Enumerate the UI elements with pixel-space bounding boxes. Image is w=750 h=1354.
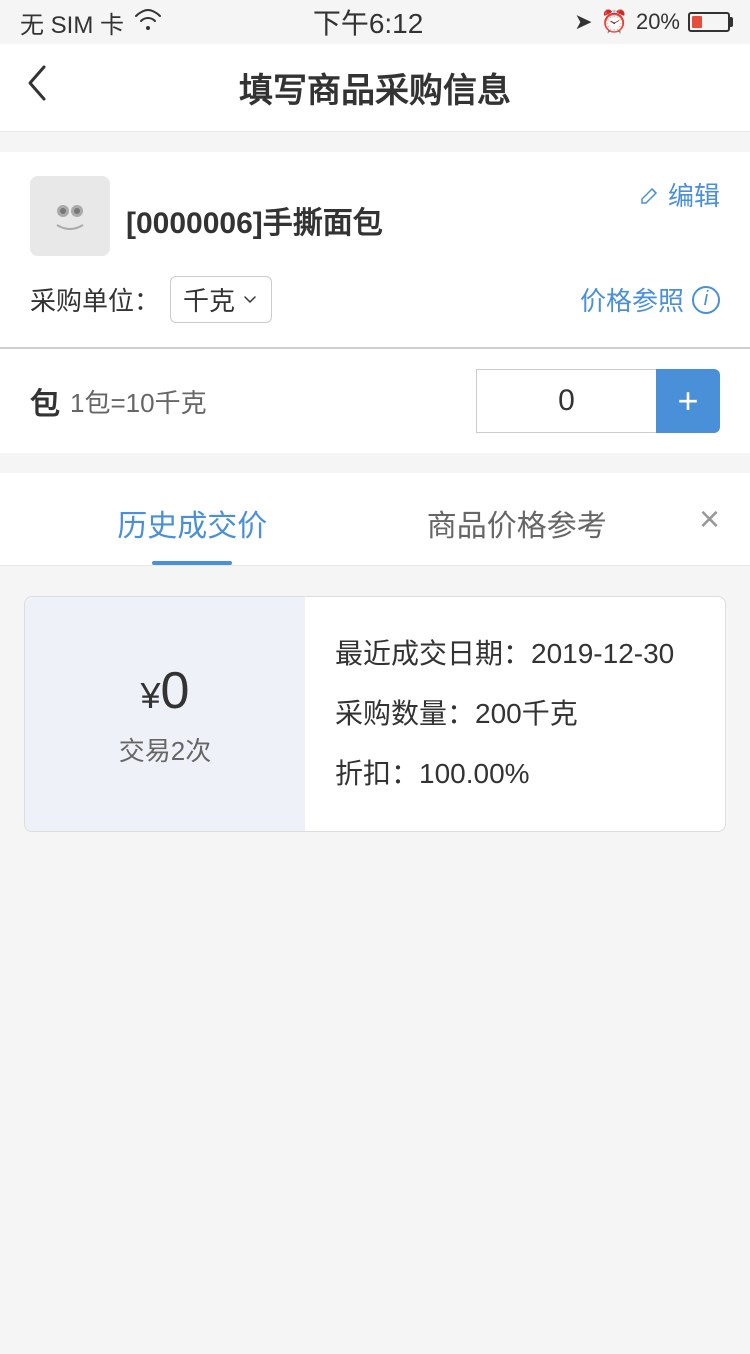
battery-indicator [688, 12, 730, 32]
back-button[interactable] [24, 63, 48, 112]
edit-label: 编辑 [668, 176, 720, 213]
purchase-qty-label: 采购数量： [335, 698, 475, 729]
main-content: [0000006]手撕面包 编辑 采购单位： 千克 [0, 152, 750, 1354]
price-ref-label: 价格参照 [580, 281, 684, 318]
page-title: 填写商品采购信息 [239, 63, 511, 112]
price-ref-button[interactable]: 价格参照 i [580, 281, 720, 318]
tab-history-price[interactable]: 历史成交价 [30, 473, 354, 565]
recent-date-label: 最近成交日期： [335, 638, 531, 669]
currency-symbol: ¥ [141, 675, 161, 716]
discount-label: 折扣： [335, 758, 419, 789]
history-price-card: ¥0 交易2次 最近成交日期：2019-12-30 采购数量：200千克 折扣：… [24, 596, 726, 832]
quantity-input[interactable]: 0 [476, 369, 656, 433]
carrier-text: 无 SIM 卡 [20, 5, 124, 40]
product-logo [30, 176, 110, 256]
nav-bar: 填写商品采购信息 [0, 44, 750, 132]
unit-select-dropdown[interactable]: 千克 [170, 276, 272, 323]
product-left: [0000006]手撕面包 [30, 176, 383, 256]
status-left: 无 SIM 卡 [20, 5, 162, 40]
discount-row: 折扣：100.00% [335, 753, 695, 795]
history-details: 最近成交日期：2019-12-30 采购数量：200千克 折扣：100.00% [305, 597, 725, 831]
history-price-display: ¥0 [141, 661, 190, 721]
tab-product-label: 商品价格参考 [427, 510, 607, 543]
time-display: 下午6:12 [313, 2, 424, 42]
quantity-plus-button[interactable]: + [656, 369, 720, 433]
price-amount: 0 [161, 662, 190, 720]
tab-close-button[interactable]: × [679, 488, 720, 550]
quantity-label: 包 1包=10千克 [30, 379, 207, 423]
recent-date-row: 最近成交日期：2019-12-30 [335, 633, 695, 675]
price-ref-icon: i [692, 286, 720, 314]
product-card: [0000006]手撕面包 编辑 采购单位： 千克 [0, 152, 750, 347]
recent-date-value: 2019-12-30 [531, 638, 674, 669]
battery-percent: 20% [636, 9, 680, 35]
quantity-controls: 0 + [476, 369, 720, 433]
qty-unit-desc: 1包=10千克 [70, 383, 207, 420]
tab-active-indicator [152, 561, 232, 565]
wifi-icon [134, 8, 162, 37]
close-icon: × [699, 498, 720, 539]
product-full-name: [0000006]手撕面包 [126, 198, 383, 242]
tab-product-price[interactable]: 商品价格参考 [354, 473, 678, 565]
status-right: ➤ ⏰ 20% [574, 9, 730, 35]
location-icon: ➤ [574, 9, 592, 35]
quantity-row: 包 1包=10千克 0 + [0, 349, 750, 453]
tab-history-label: 历史成交价 [117, 510, 267, 543]
purchase-qty-row: 采购数量：200千克 [335, 693, 695, 735]
plus-icon: + [677, 380, 698, 422]
trade-count: 交易2次 [119, 731, 211, 768]
quantity-value: 0 [558, 384, 575, 418]
history-price-left: ¥0 交易2次 [25, 597, 305, 831]
tabs-container: 历史成交价 商品价格参考 × [0, 473, 750, 566]
purchase-unit-label: 采购单位： [30, 281, 160, 318]
product-header: [0000006]手撕面包 编辑 [30, 176, 720, 256]
discount-value: 100.00% [419, 758, 530, 789]
edit-button[interactable]: 编辑 [638, 176, 720, 213]
status-bar: 无 SIM 卡 下午6:12 ➤ ⏰ 20% [0, 0, 750, 44]
purchase-qty-value: 200千克 [475, 698, 578, 729]
unit-value: 千克 [183, 281, 235, 318]
qty-unit-label: 包 [30, 379, 60, 423]
product-meta: 采购单位： 千克 价格参照 i [30, 276, 720, 323]
purchase-unit: 采购单位： 千克 [30, 276, 272, 323]
alarm-icon: ⏰ [601, 9, 628, 35]
